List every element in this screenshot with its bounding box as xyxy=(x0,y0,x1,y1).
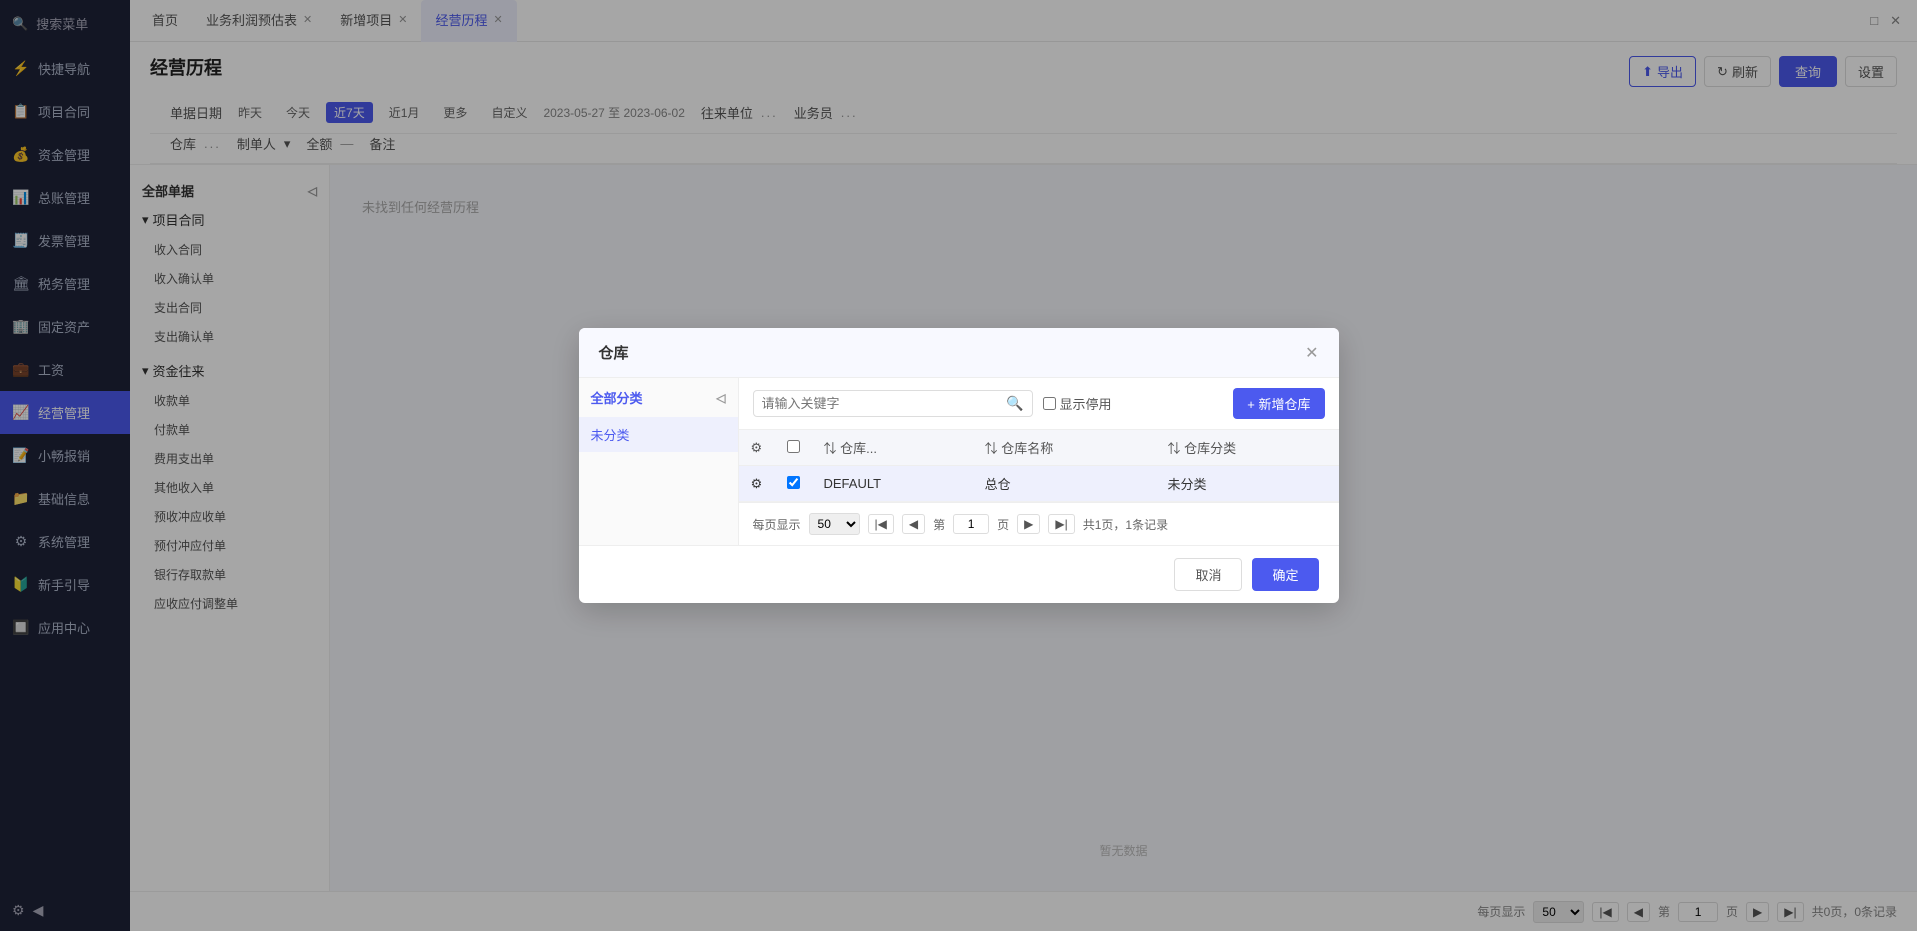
modal-table-body: ⚙ DEFAULT 总仓 未分类 xyxy=(739,466,1339,502)
th-code: ⇅ 仓库... xyxy=(812,430,973,466)
modal-body: 全部分类 ◁ 未分类 🔍 显示停用 xyxy=(579,378,1339,545)
row-checkbox[interactable] xyxy=(787,476,800,489)
sort-icon-category[interactable]: ⇅ xyxy=(1168,441,1181,456)
category-header[interactable]: 全部分类 ◁ xyxy=(579,378,738,417)
confirm-button[interactable]: 确定 xyxy=(1252,558,1318,591)
modal-overlay[interactable]: 仓库 ✕ 全部分类 ◁ 未分类 🔍 xyxy=(0,0,1917,931)
modal-first-page-btn[interactable]: |◀ xyxy=(868,514,894,534)
modal-actions: 取消 确定 xyxy=(579,545,1339,603)
sort-icon-code[interactable]: ⇅ xyxy=(824,441,837,456)
th-settings: ⚙ xyxy=(739,430,775,466)
modal-table-container: ⚙ ⇅ 仓库... ⇅ xyxy=(739,430,1339,502)
table-row[interactable]: ⚙ DEFAULT 总仓 未分类 xyxy=(739,466,1339,502)
modal-last-page-btn[interactable]: ▶| xyxy=(1048,514,1074,534)
sort-icon-name[interactable]: ⇅ xyxy=(985,441,998,456)
show-disabled-label: 显示停用 xyxy=(1060,394,1112,413)
search-box: 🔍 xyxy=(753,390,1033,417)
modal-per-page-label: 每页显示 xyxy=(753,516,801,533)
modal-prev-page-btn[interactable]: ◀ xyxy=(902,514,925,534)
modal-page-word: 第 xyxy=(933,516,945,533)
modal-page-input[interactable] xyxy=(953,514,989,534)
modal-total-label: 共1页，1条记录 xyxy=(1083,516,1168,533)
row-category: 未分类 xyxy=(1156,466,1339,502)
show-disabled-checkbox[interactable] xyxy=(1043,397,1056,410)
warehouse-modal: 仓库 ✕ 全部分类 ◁ 未分类 🔍 xyxy=(579,328,1339,603)
gear-icon[interactable]: ⚙ xyxy=(751,440,763,455)
modal-close-button[interactable]: ✕ xyxy=(1305,343,1318,363)
row-settings[interactable]: ⚙ xyxy=(739,466,775,502)
row-name: 总仓 xyxy=(973,466,1156,502)
add-warehouse-button[interactable]: + 新增仓库 xyxy=(1233,388,1324,419)
search-input[interactable] xyxy=(762,396,1001,411)
th-name: ⇅ 仓库名称 xyxy=(973,430,1156,466)
modal-page-label: 页 xyxy=(997,516,1009,533)
table-header: ⚙ ⇅ 仓库... ⇅ xyxy=(739,430,1339,466)
search-icon-modal: 🔍 xyxy=(1006,395,1023,412)
th-checkbox xyxy=(775,430,812,466)
all-categories-label: 全部分类 xyxy=(591,388,643,407)
select-all-checkbox[interactable] xyxy=(787,440,800,453)
collapse-category-icon[interactable]: ◁ xyxy=(716,391,725,405)
cancel-button[interactable]: 取消 xyxy=(1174,558,1242,591)
row-checkbox-cell xyxy=(775,466,812,502)
th-category: ⇅ 仓库分类 xyxy=(1156,430,1339,466)
row-code: DEFAULT xyxy=(812,466,973,502)
modal-next-page-btn[interactable]: ▶ xyxy=(1017,514,1040,534)
modal-table-panel: 🔍 显示停用 + 新增仓库 xyxy=(739,378,1339,545)
modal-per-page-select[interactable]: 50 100 xyxy=(809,513,860,535)
row-gear-icon: ⚙ xyxy=(751,476,763,491)
modal-category-panel: 全部分类 ◁ 未分类 xyxy=(579,378,739,545)
show-disabled-group: 显示停用 xyxy=(1043,394,1112,413)
modal-pagination: 每页显示 50 100 |◀ ◀ 第 页 ▶ ▶| 共1页，1条记录 xyxy=(739,502,1339,545)
modal-toolbar: 🔍 显示停用 + 新增仓库 xyxy=(739,378,1339,430)
category-item-unclassified[interactable]: 未分类 xyxy=(579,417,738,452)
warehouse-table: ⚙ ⇅ 仓库... ⇅ xyxy=(739,430,1339,502)
modal-title: 仓库 xyxy=(599,342,629,363)
modal-header: 仓库 ✕ xyxy=(579,328,1339,378)
